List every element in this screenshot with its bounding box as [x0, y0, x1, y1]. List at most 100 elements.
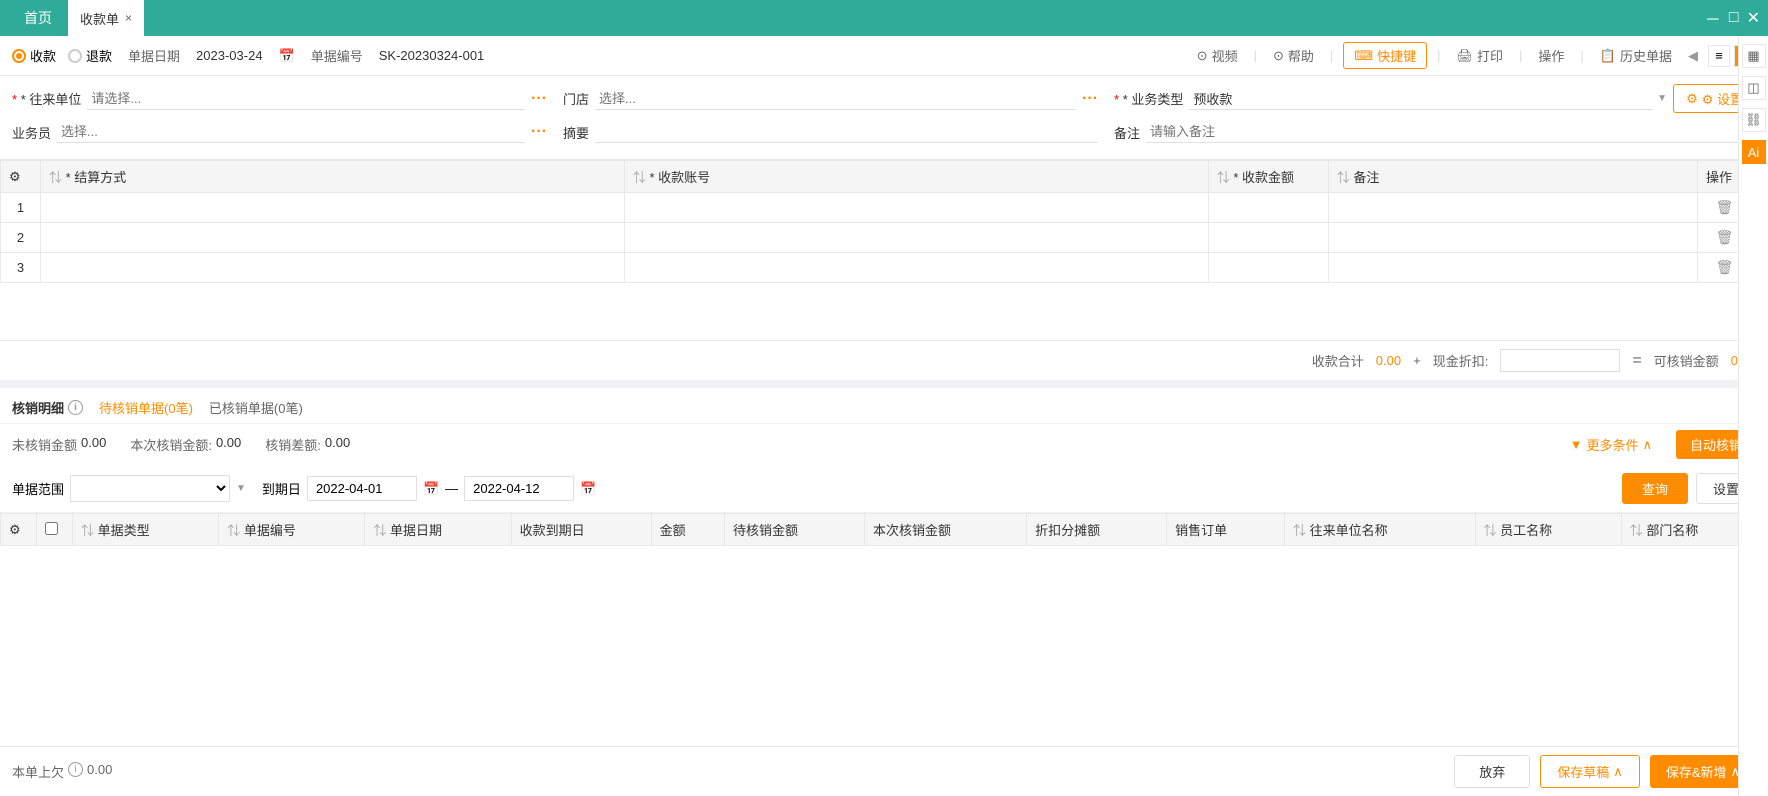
divider3: |: [1437, 48, 1440, 63]
maximize-btn[interactable]: □: [1729, 9, 1739, 27]
row2-settle[interactable]: [41, 223, 625, 253]
col-due-date-header: 收款到期日: [511, 514, 651, 546]
info-icon2[interactable]: i: [68, 762, 83, 777]
view-list-icon[interactable]: ≡: [1708, 45, 1730, 67]
counterpart-more-icon[interactable]: ···: [531, 90, 547, 108]
required-star: *: [12, 92, 17, 107]
sort-icon3[interactable]: ⇅: [1217, 170, 1230, 185]
table-gear-icon[interactable]: ⚙: [9, 169, 21, 184]
business-type-chevron-icon[interactable]: ▼: [1657, 93, 1667, 104]
row2-amount[interactable]: [1208, 223, 1328, 253]
col-amount-label: * 收款金额: [1233, 170, 1294, 185]
counterpart-input[interactable]: [87, 88, 525, 110]
summary-input[interactable]: [595, 121, 1098, 143]
col-sales-order-header: 销售订单: [1167, 514, 1285, 546]
col-check-header[interactable]: [37, 514, 73, 546]
calendar-icon[interactable]: 📅: [279, 48, 295, 64]
row3-account[interactable]: [624, 253, 1208, 283]
row2-remark[interactable]: [1328, 223, 1697, 253]
remark-input[interactable]: [1146, 121, 1756, 143]
operation-btn[interactable]: 操作: [1532, 44, 1570, 67]
divider1: |: [1254, 48, 1257, 63]
more-conditions-btn[interactable]: ▼ 更多条件 ∧: [1570, 435, 1652, 454]
row1-delete-icon[interactable]: 🗑: [1716, 199, 1734, 216]
close-btn[interactable]: ✕: [1747, 8, 1760, 28]
radio-refund[interactable]: 退款: [68, 46, 112, 65]
sidebar-icon1-btn[interactable]: ▦: [1742, 44, 1766, 68]
range-chevron-icon[interactable]: ▼: [236, 483, 246, 494]
query-btn[interactable]: 查询: [1622, 473, 1688, 504]
cal-to-icon[interactable]: 📅: [580, 481, 596, 497]
sort-icon[interactable]: ⇅: [49, 170, 62, 185]
tab-home[interactable]: 首页: [8, 0, 68, 36]
col-gear2-header[interactable]: ⚙: [1, 514, 37, 546]
pending-tab-link[interactable]: 待核销单据(0笔): [99, 398, 193, 417]
col-gear-header[interactable]: ⚙: [1, 161, 41, 193]
col-account-header: ⇅ * 收款账号: [624, 161, 1208, 193]
salesperson-input[interactable]: [57, 121, 525, 143]
help-btn[interactable]: ⊙ 帮助: [1267, 44, 1320, 67]
sidebar-icon3-btn[interactable]: ⛓: [1742, 108, 1766, 132]
due-date-from-input[interactable]: [307, 476, 417, 501]
sidebar-icon2-btn[interactable]: ◫: [1742, 76, 1766, 100]
sort-icon9[interactable]: ⇅: [1630, 523, 1643, 538]
due-date-to-input[interactable]: [464, 476, 574, 501]
row3-settle[interactable]: [41, 253, 625, 283]
sort-icon6[interactable]: ⇅: [373, 523, 386, 538]
cal-from-icon[interactable]: 📅: [423, 481, 439, 497]
radio-receive-circle: [12, 49, 26, 63]
row3-remark[interactable]: [1328, 253, 1697, 283]
print-btn[interactable]: 🖨 打印: [1450, 44, 1509, 67]
remark-icon[interactable]: ⇅: [1337, 170, 1350, 185]
salesperson-more-icon[interactable]: ···: [531, 123, 547, 141]
col-sales-order-label: 销售订单: [1175, 523, 1227, 538]
reconcile-info-icon[interactable]: i: [68, 400, 83, 415]
row2-delete-icon[interactable]: 🗑: [1716, 229, 1734, 246]
divider5: |: [1580, 48, 1583, 63]
row1-account[interactable]: [624, 193, 1208, 223]
radio-receive[interactable]: 收款: [12, 46, 56, 65]
tab-receipt[interactable]: 收款单 ×: [68, 0, 144, 36]
sidebar-icon4-btn[interactable]: Ai: [1742, 140, 1766, 164]
done-tab-link[interactable]: 已核销单据(0笔): [209, 398, 303, 417]
save-draft-chevron-icon[interactable]: ∧: [1613, 764, 1623, 780]
row1-settle[interactable]: [41, 193, 625, 223]
date-value[interactable]: 2023-03-24: [196, 48, 263, 63]
sort-icon2[interactable]: ⇅: [633, 170, 646, 185]
range-select[interactable]: [70, 475, 230, 502]
business-type-label-text: * 业务类型: [1123, 92, 1184, 107]
total-value: 0.00: [1376, 353, 1401, 368]
sort-icon8[interactable]: ⇅: [1484, 523, 1497, 538]
nav-prev-icon[interactable]: ◀: [1688, 48, 1698, 64]
range-field: 单据范围 ▼: [12, 475, 246, 502]
sort-icon7[interactable]: ⇅: [1293, 523, 1306, 538]
history-btn[interactable]: 📋 历史单据: [1594, 44, 1678, 67]
select-all-checkbox[interactable]: [45, 522, 58, 535]
row3-delete-icon[interactable]: 🗑: [1716, 259, 1734, 276]
row1-remark[interactable]: [1328, 193, 1697, 223]
discount-input[interactable]: [1500, 349, 1620, 372]
video-label: 视频: [1212, 46, 1238, 65]
receipt-table-wrap: ⚙ ⇅ * 结算方式 ⇅ * 收款账号 ⇅ * 收款金额: [0, 160, 1768, 340]
tab-bar: 首页 收款单 × － □ ✕: [0, 0, 1768, 36]
save-draft-btn[interactable]: 保存草稿 ∧: [1540, 755, 1640, 788]
row2-account[interactable]: [624, 223, 1208, 253]
tab-close-icon[interactable]: ×: [125, 11, 132, 25]
help-label: 帮助: [1288, 46, 1314, 65]
minimize-btn[interactable]: －: [1705, 6, 1721, 30]
reconcile-header: 核销明细 i 待核销单据(0笔) 已核销单据(0笔): [0, 388, 1768, 424]
store-more-icon[interactable]: ···: [1082, 90, 1098, 108]
table2-gear-icon[interactable]: ⚙: [9, 522, 21, 537]
store-input[interactable]: [595, 88, 1076, 110]
sort-icon4[interactable]: ⇅: [81, 523, 94, 538]
sort-icon5[interactable]: ⇅: [227, 523, 240, 538]
row1-amount[interactable]: [1208, 193, 1328, 223]
shortcut-btn[interactable]: ⌨ 快捷键: [1343, 42, 1427, 69]
bottom-table-wrap: ⚙ ⇅ 单据类型 ⇅ 单据编号: [0, 513, 1768, 746]
col-remark-label: 备注: [1353, 170, 1379, 185]
video-btn[interactable]: ⊙ 视频: [1191, 44, 1244, 67]
discard-btn[interactable]: 放弃: [1454, 755, 1530, 788]
row3-amount[interactable]: [1208, 253, 1328, 283]
business-type-input[interactable]: [1189, 88, 1653, 110]
current-value: 0.00: [216, 435, 241, 454]
